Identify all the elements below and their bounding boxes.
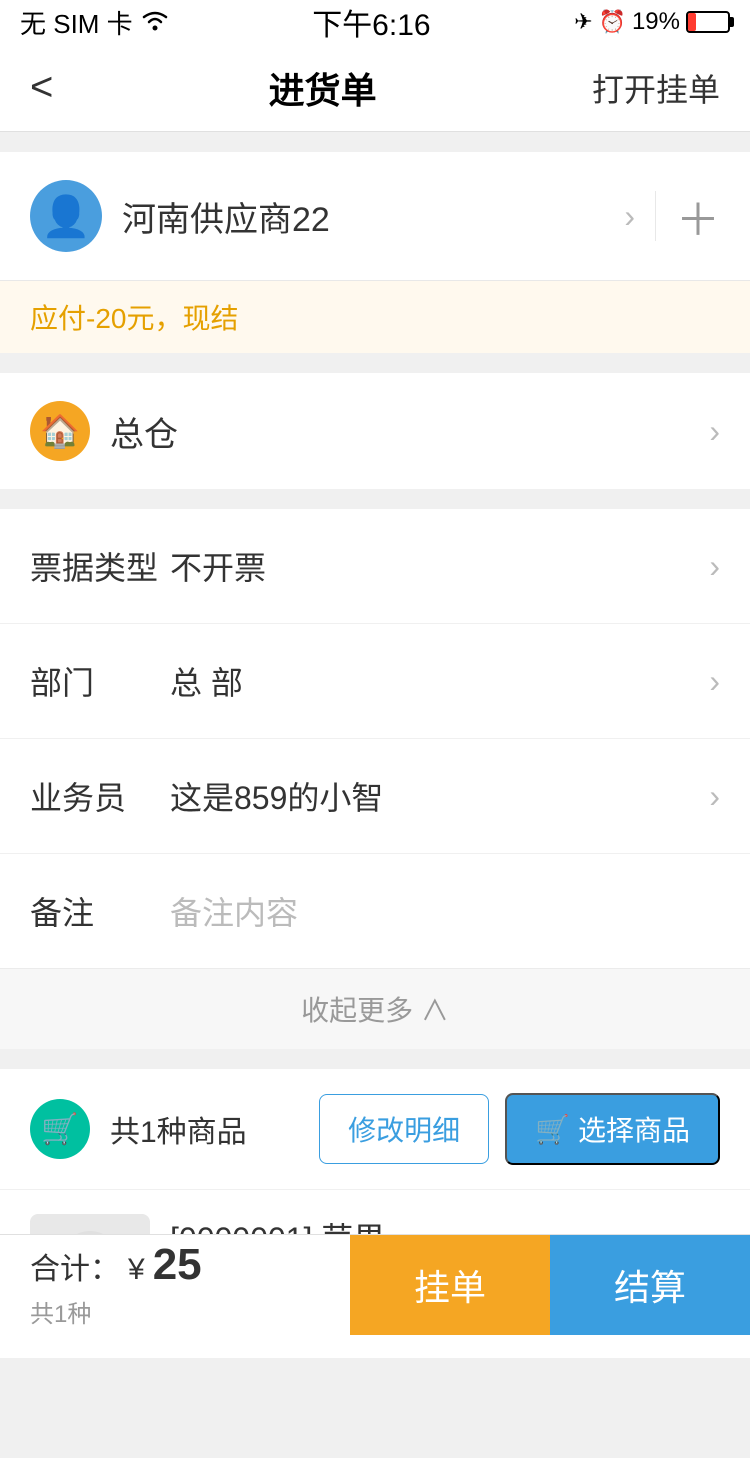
remark-input[interactable]: 备注内容 [170,888,720,934]
supplier-name: 河南供应商22 [122,192,624,241]
supplier-avatar-icon: 👤 [41,193,91,240]
footer-total-main: 合计： ¥ 25 [30,1240,320,1290]
wifi-icon [141,7,169,38]
collapse-label: 收起更多 ∧ [301,995,449,1026]
product-header: 🛒 共1种商品 修改明细 🛒 选择商品 [0,1069,750,1189]
dept-chevron-icon: › [709,663,720,700]
select-product-label: 选择商品 [578,1109,690,1149]
invoice-label: 票据类型 [30,543,170,589]
status-left: 无 SIM 卡 [20,4,169,41]
status-right: ✈ ⏰ 19% [574,8,730,36]
remark-row[interactable]: 备注 备注内容 [0,854,750,968]
select-product-button[interactable]: 🛒 选择商品 [505,1093,720,1165]
battery-percentage: 19% [632,8,680,36]
sales-row[interactable]: 业务员 这是859的小智 › [0,739,750,854]
status-bar: 无 SIM 卡 下午6:16 ✈ ⏰ 19% [0,0,750,44]
status-time: 下午6:16 [312,0,430,44]
invoice-row[interactable]: 票据类型 不开票 › [0,509,750,624]
cart-icon: 🛒 [41,1112,78,1147]
warehouse-row[interactable]: 🏠 总仓 › [0,373,750,489]
vertical-divider [655,191,656,241]
carrier-text: 无 SIM 卡 [20,4,133,41]
form-section: 票据类型 不开票 › 部门 总 部 › 业务员 这是859的小智 › 备注 备注… [0,509,750,1049]
remark-label: 备注 [30,888,170,934]
back-button[interactable]: < [30,65,53,110]
total-label: 合计： [30,1244,120,1288]
dept-value: 总 部 [170,658,709,704]
warehouse-icon: 🏠 [40,412,80,450]
warehouse-icon-wrap: 🏠 [30,401,90,461]
sales-value: 这是859的小智 [170,773,709,819]
supplier-chevron-icon: › [624,198,635,235]
section-gap-4 [0,1049,750,1069]
supplier-avatar: 👤 [30,180,102,252]
sales-chevron-icon: › [709,778,720,815]
total-symbol: ¥ [128,1253,145,1287]
warehouse-name: 总仓 [110,407,709,456]
section-gap-3 [0,489,750,509]
sales-label: 业务员 [30,773,170,819]
dept-row[interactable]: 部门 总 部 › [0,624,750,739]
location-icon: ✈ [574,9,592,35]
section-gap-1 [0,132,750,152]
footer: 合计： ¥ 25 共1种 挂单 结算 [0,1234,750,1334]
collapse-bar[interactable]: 收起更多 ∧ [0,968,750,1049]
product-count-icon: 🛒 [30,1099,90,1159]
section-gap-2 [0,353,750,373]
select-cart-icon: 🛒 [535,1113,570,1146]
warehouse-chevron-icon: › [709,413,720,450]
dept-label: 部门 [30,658,170,704]
total-amount: 25 [153,1240,202,1290]
warehouse-section: 🏠 总仓 › [0,373,750,489]
product-count-text: 共1种商品 [110,1107,319,1151]
nav-bar: < 进货单 打开挂单 [0,44,750,132]
invoice-chevron-icon: › [709,548,720,585]
open-hang-button[interactable]: 打开挂单 [592,65,720,111]
footer-total: 合计： ¥ 25 共1种 [0,1240,350,1329]
footer-total-sub: 共1种 [30,1294,320,1329]
payment-info: 应付-20元，现结 [0,281,750,353]
footer-spacer [0,1358,750,1458]
hang-button[interactable]: 挂单 [350,1235,550,1335]
modify-detail-button[interactable]: 修改明细 [319,1094,489,1164]
invoice-value: 不开票 [170,543,709,589]
page-title: 进货单 [269,62,377,114]
alarm-icon: ⏰ [599,9,626,35]
checkout-button[interactable]: 结算 [550,1235,750,1335]
supplier-section: 👤 河南供应商22 › ＋ 应付-20元，现结 [0,152,750,353]
supplier-row[interactable]: 👤 河南供应商22 › ＋ [0,152,750,281]
battery-icon [686,11,730,33]
add-button[interactable]: ＋ [676,184,720,248]
